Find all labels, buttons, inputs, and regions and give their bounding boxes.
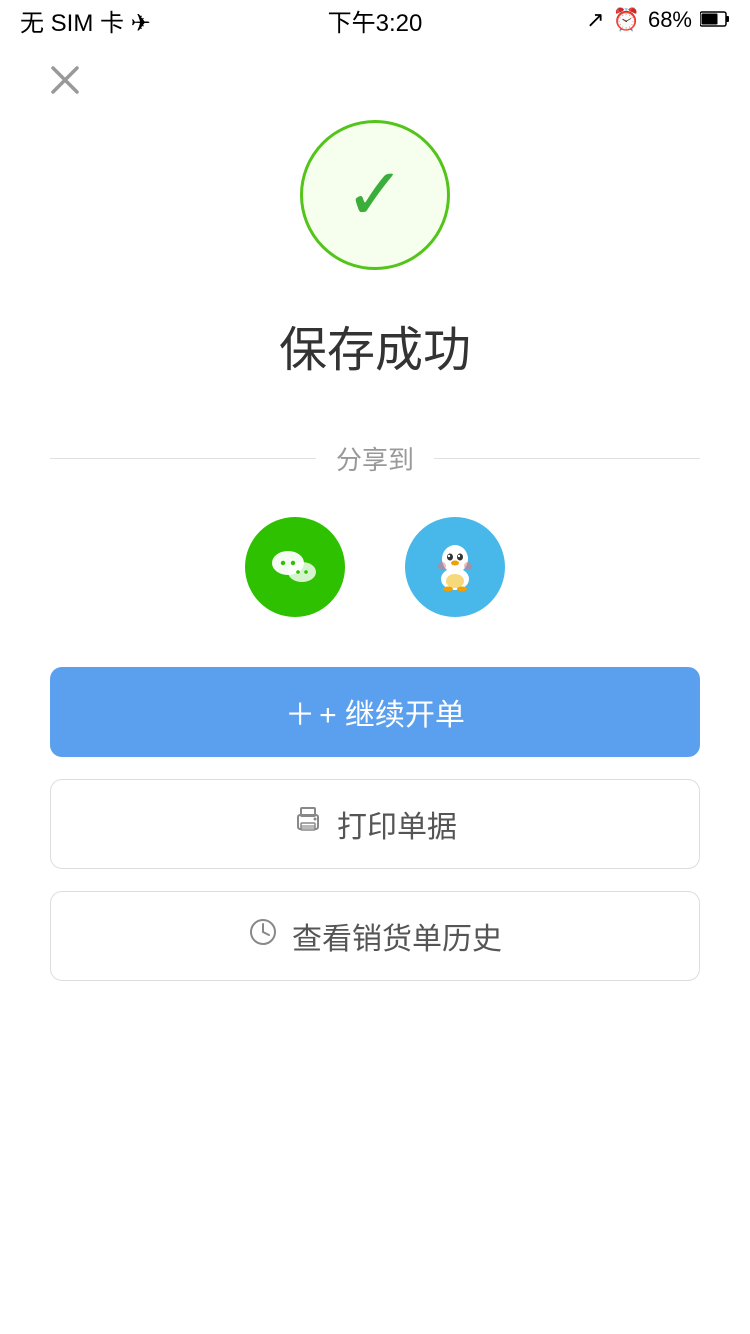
- history-label: 查看销货单历史: [292, 914, 502, 958]
- location-icon: ↗: [586, 7, 604, 33]
- printer-icon: [293, 805, 323, 843]
- share-label: 分享到: [316, 440, 434, 477]
- qq-share-button[interactable]: [405, 517, 505, 617]
- success-title: 保存成功: [279, 310, 471, 380]
- success-circle: ✓: [300, 120, 450, 270]
- status-left: 无 SIM 卡 ✈: [20, 3, 151, 38]
- action-buttons: ＋ + 继续开单 打印单据: [0, 667, 750, 981]
- history-icon: [248, 917, 278, 955]
- qq-icon: [427, 539, 483, 595]
- printer-svg: [293, 805, 323, 835]
- wechat-share-button[interactable]: [245, 517, 345, 617]
- continue-order-label: + 继续开单: [319, 690, 465, 734]
- battery-icon: [700, 7, 730, 33]
- history-button[interactable]: 查看销货单历史: [50, 891, 700, 981]
- continue-order-button[interactable]: ＋ + 继续开单: [50, 667, 700, 757]
- print-button[interactable]: 打印单据: [50, 779, 700, 869]
- history-svg: [248, 917, 278, 947]
- plus-icon: ＋: [285, 690, 315, 734]
- wechat-icon: [267, 539, 323, 595]
- checkmark-icon: ✓: [345, 159, 405, 231]
- status-bar: 无 SIM 卡 ✈ 下午3:20 ↗ ⏰ 68%: [0, 0, 750, 40]
- share-divider: 分享到: [50, 440, 700, 477]
- main-content: ✓ 保存成功 分享到: [0, 40, 750, 981]
- status-right: ↗ ⏰ 68%: [586, 7, 730, 33]
- close-button[interactable]: [40, 55, 90, 105]
- sim-status: 无 SIM 卡 ✈: [20, 3, 151, 38]
- close-icon: [49, 64, 81, 96]
- share-icons: [50, 517, 700, 617]
- battery-level: 68%: [648, 7, 692, 33]
- alarm-icon: ⏰: [613, 7, 640, 33]
- print-label: 打印单据: [337, 802, 457, 846]
- share-section: 分享到: [0, 440, 750, 617]
- status-time: 下午3:20: [328, 3, 423, 38]
